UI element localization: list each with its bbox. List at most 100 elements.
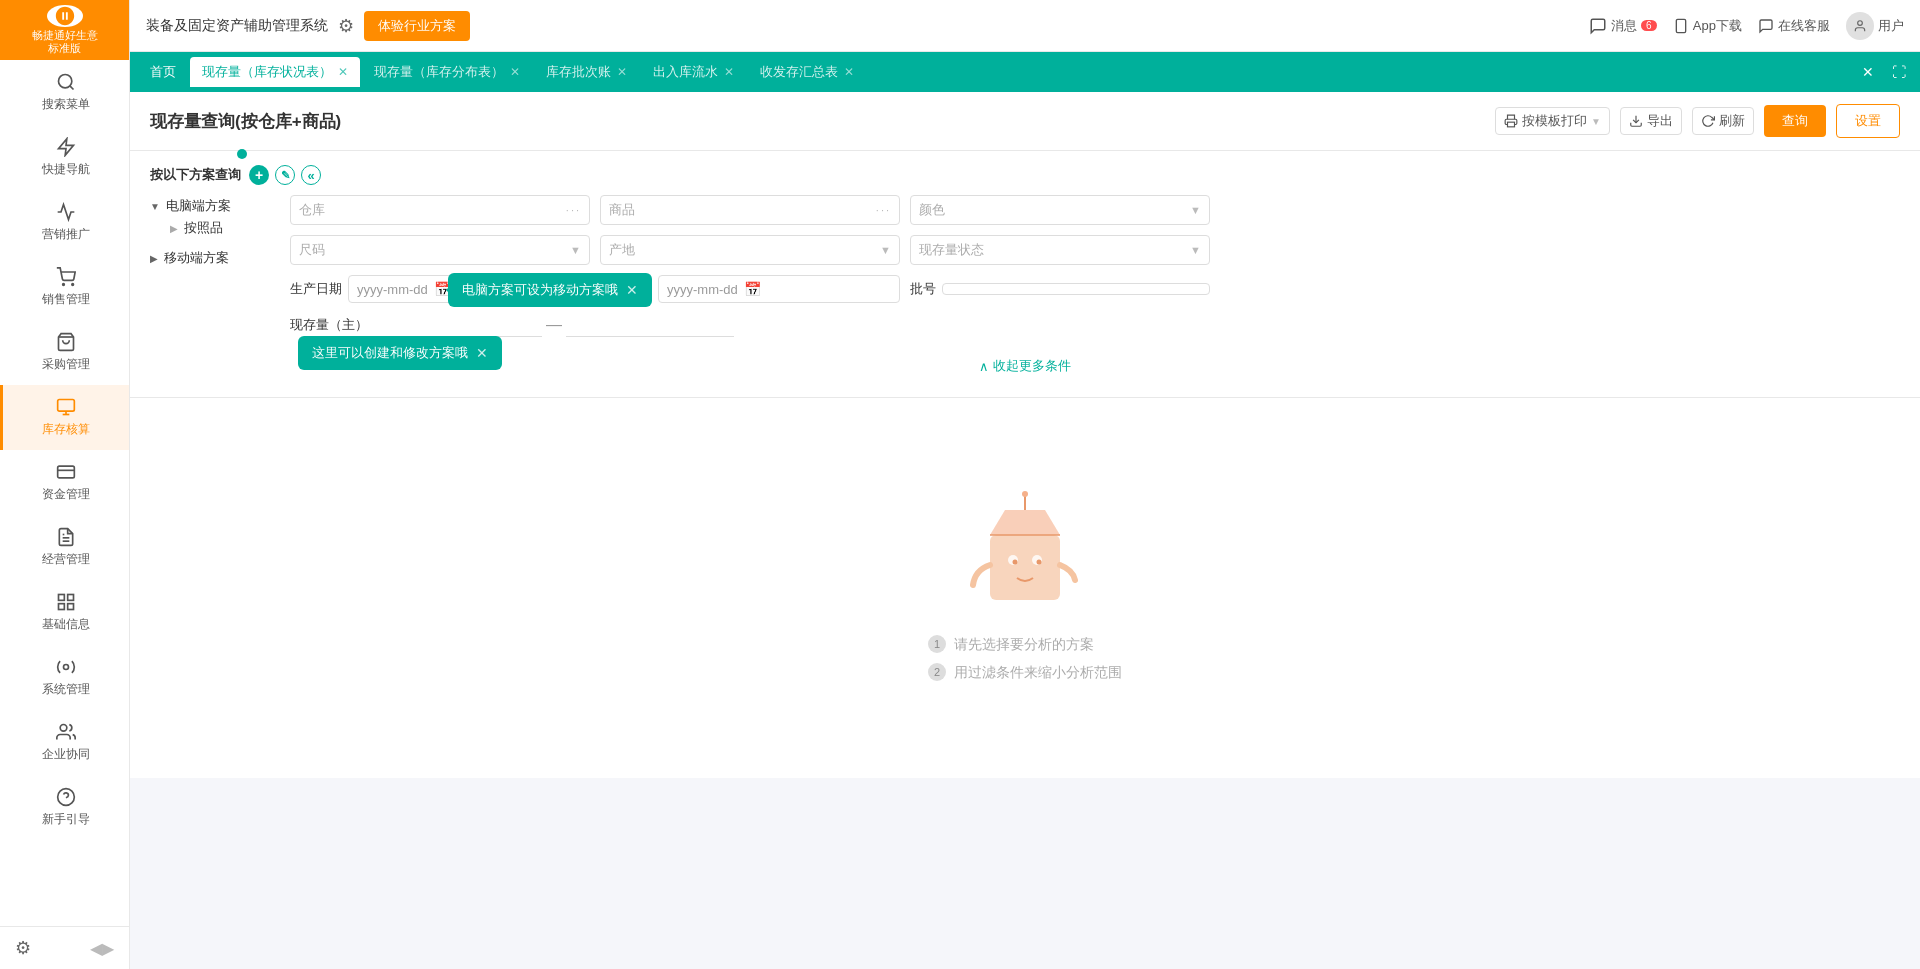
- tab-close-inventory-status[interactable]: ✕: [338, 65, 348, 79]
- filter-edit-btn[interactable]: ✎: [275, 165, 295, 185]
- scheme-desktop-expand[interactable]: ▼ 电脑端方案: [150, 195, 280, 217]
- filter-area: 按以下方案查询 + ✎ « 电脑方案可设为移动方案哦 ✕ 这里可以创建和修改方案…: [130, 151, 1920, 398]
- stock-main-range: —: [374, 313, 734, 337]
- svg-point-29: [1013, 560, 1018, 565]
- svg-point-3: [72, 284, 74, 286]
- tab-close-all-icon[interactable]: ✕: [1856, 62, 1880, 82]
- expiry-date-input[interactable]: yyyy-mm-dd 📅: [658, 275, 900, 303]
- message-badge: 6: [1641, 20, 1657, 31]
- empty-tip-1: 1 请先选择要分析的方案: [928, 630, 1122, 658]
- settings-icon[interactable]: ⚙: [15, 937, 31, 959]
- sidebar-item-quick-nav[interactable]: 快捷导航: [0, 125, 129, 190]
- tab-home[interactable]: 首页: [138, 57, 188, 87]
- create-tooltip-close[interactable]: ✕: [476, 345, 488, 361]
- color-select[interactable]: 颜色 ▼: [910, 195, 1210, 225]
- warehouse-select[interactable]: 仓库 ···: [290, 195, 590, 225]
- app-name: 畅捷通好生意 标准版: [32, 29, 98, 55]
- dot-indicator: [237, 149, 247, 159]
- filter-row-1: 仓库 ··· 商品 ··· 颜色 ▼: [290, 195, 1900, 225]
- tab-expand-icon[interactable]: ⛶: [1886, 62, 1912, 82]
- tab-bar: 首页 现存量（库存状况表） ✕ 现存量（库存分布表） ✕ 库存批次账 ✕ 出入库…: [130, 52, 1920, 92]
- chevron-up-icon: ∧: [979, 359, 989, 374]
- tab-receive-summary[interactable]: 收发存汇总表 ✕: [748, 57, 866, 87]
- top-header: 装备及固定资产辅助管理系统 ⚙ 体验行业方案 消息 6 App下载 在线客服: [130, 0, 1920, 52]
- tab-batch-ledger[interactable]: 库存批次账 ✕: [534, 57, 639, 87]
- svg-rect-8: [58, 466, 75, 478]
- sidebar-item-finance[interactable]: 资金管理: [0, 450, 129, 515]
- scheme-mobile-expand[interactable]: ▶ 移动端方案: [150, 247, 280, 269]
- tab-close-inventory-dist[interactable]: ✕: [510, 65, 520, 79]
- sidebar-item-purchase[interactable]: 采购管理: [0, 320, 129, 385]
- online-support-btn[interactable]: 在线客服: [1758, 17, 1830, 35]
- sidebar-item-basic[interactable]: 基础信息: [0, 580, 129, 645]
- svg-rect-12: [59, 595, 65, 601]
- tab-inout-flow[interactable]: 出入库流水 ✕: [641, 57, 746, 87]
- main-content: 装备及固定资产辅助管理系统 ⚙ 体验行业方案 消息 6 App下载 在线客服: [130, 0, 1920, 969]
- batch-no-field: 批号: [910, 280, 1210, 298]
- stock-status-select[interactable]: 现存量状态 ▼: [910, 235, 1210, 265]
- industry-plan-button[interactable]: 体验行业方案: [364, 11, 470, 41]
- svg-marker-1: [59, 139, 74, 156]
- refresh-btn[interactable]: 刷新: [1692, 107, 1754, 135]
- chevron-down-icon: ▼: [1591, 116, 1601, 127]
- export-btn[interactable]: 导出: [1620, 107, 1682, 135]
- empty-illustration: [955, 490, 1095, 610]
- header-settings-icon[interactable]: ⚙: [338, 15, 354, 37]
- filter-fields: 仓库 ··· 商品 ··· 颜色 ▼: [290, 195, 1900, 337]
- svg-rect-25: [990, 535, 1060, 600]
- print-template-btn[interactable]: 按模板打印 ▼: [1495, 107, 1610, 135]
- svg-rect-13: [68, 595, 74, 601]
- create-scheme-tooltip: 这里可以创建和修改方案哦 ✕: [298, 336, 502, 370]
- filter-row-4: 现存量（主） —: [290, 313, 1900, 337]
- tab-bar-actions: ✕ ⛶: [1856, 62, 1912, 82]
- svg-rect-15: [59, 604, 65, 610]
- scheme-list: ▼ 电脑端方案 ▶ 按照品 ▶ 移动端方案: [150, 195, 280, 337]
- size-select[interactable]: 尺码 ▼: [290, 235, 590, 265]
- sidebar-item-marketing[interactable]: 营销推广: [0, 190, 129, 255]
- tab-inventory-dist[interactable]: 现存量（库存分布表） ✕: [362, 57, 532, 87]
- header-left: 装备及固定资产辅助管理系统 ⚙ 体验行业方案: [146, 11, 470, 41]
- app-download-btn[interactable]: App下载: [1673, 17, 1742, 35]
- stock-main-max-input[interactable]: [566, 313, 734, 337]
- svg-rect-23: [1508, 122, 1515, 127]
- sidebar-item-cooperation[interactable]: 企业协同: [0, 710, 129, 775]
- page-actions: 按模板打印 ▼ 导出 刷新 查询 设置: [1495, 104, 1900, 138]
- stock-main-field: 现存量（主） —: [290, 313, 734, 337]
- empty-tips-list: 1 请先选择要分析的方案 2 用过滤条件来缩小分析范围: [928, 630, 1122, 686]
- svg-rect-14: [68, 604, 74, 610]
- tab-inventory-status[interactable]: 现存量（库存状况表） ✕: [190, 57, 360, 87]
- sidebar-item-inventory[interactable]: 库存核算: [0, 385, 129, 450]
- sidebar-item-system[interactable]: 系统管理: [0, 645, 129, 710]
- svg-rect-5: [58, 400, 75, 412]
- content-area: 现存量查询(按仓库+商品) 按模板打印 ▼ 导出 刷新 查询 设置: [130, 92, 1920, 969]
- system-name: 装备及固定资产辅助管理系统: [146, 17, 328, 35]
- desktop-scheme-items: ▶ 按照品: [170, 217, 280, 239]
- logo-icon: [47, 5, 83, 27]
- stock-main-min-input[interactable]: [374, 313, 542, 337]
- collapse-sidebar-icon[interactable]: ◀▶: [90, 939, 114, 958]
- filter-back-btn[interactable]: «: [301, 165, 321, 185]
- user-profile-btn[interactable]: 用户: [1846, 12, 1904, 40]
- filter-row-2: 尺码 ▼ 产地 ▼ 现存量状态 ▼: [290, 235, 1900, 265]
- scheme-item-按照品[interactable]: ▶ 按照品: [170, 217, 280, 239]
- tab-close-batch-ledger[interactable]: ✕: [617, 65, 627, 79]
- message-btn[interactable]: 消息 6: [1589, 17, 1657, 35]
- empty-state: 1 请先选择要分析的方案 2 用过滤条件来缩小分析范围: [130, 398, 1920, 778]
- sidebar-item-search[interactable]: 搜索菜单: [0, 60, 129, 125]
- scheme-tooltip-close[interactable]: ✕: [626, 282, 638, 298]
- sidebar-item-operations[interactable]: 经营管理: [0, 515, 129, 580]
- sidebar-item-sales[interactable]: 销售管理: [0, 255, 129, 320]
- reset-button[interactable]: 设置: [1836, 104, 1900, 138]
- scheme-tooltip-popup: 电脑方案可设为移动方案哦 ✕: [448, 273, 652, 307]
- svg-point-0: [59, 75, 72, 88]
- filter-add-btn[interactable]: +: [249, 165, 269, 185]
- tab-close-receive-summary[interactable]: ✕: [844, 65, 854, 79]
- goods-select[interactable]: 商品 ···: [600, 195, 900, 225]
- calendar-icon-expiry: 📅: [744, 281, 761, 297]
- sidebar-item-guide[interactable]: 新手引导: [0, 775, 129, 840]
- app-logo: 畅捷通好生意 标准版: [0, 0, 129, 60]
- query-button[interactable]: 查询: [1764, 105, 1826, 137]
- origin-select[interactable]: 产地 ▼: [600, 235, 900, 265]
- batch-no-input[interactable]: [942, 283, 1210, 295]
- tab-close-inout-flow[interactable]: ✕: [724, 65, 734, 79]
